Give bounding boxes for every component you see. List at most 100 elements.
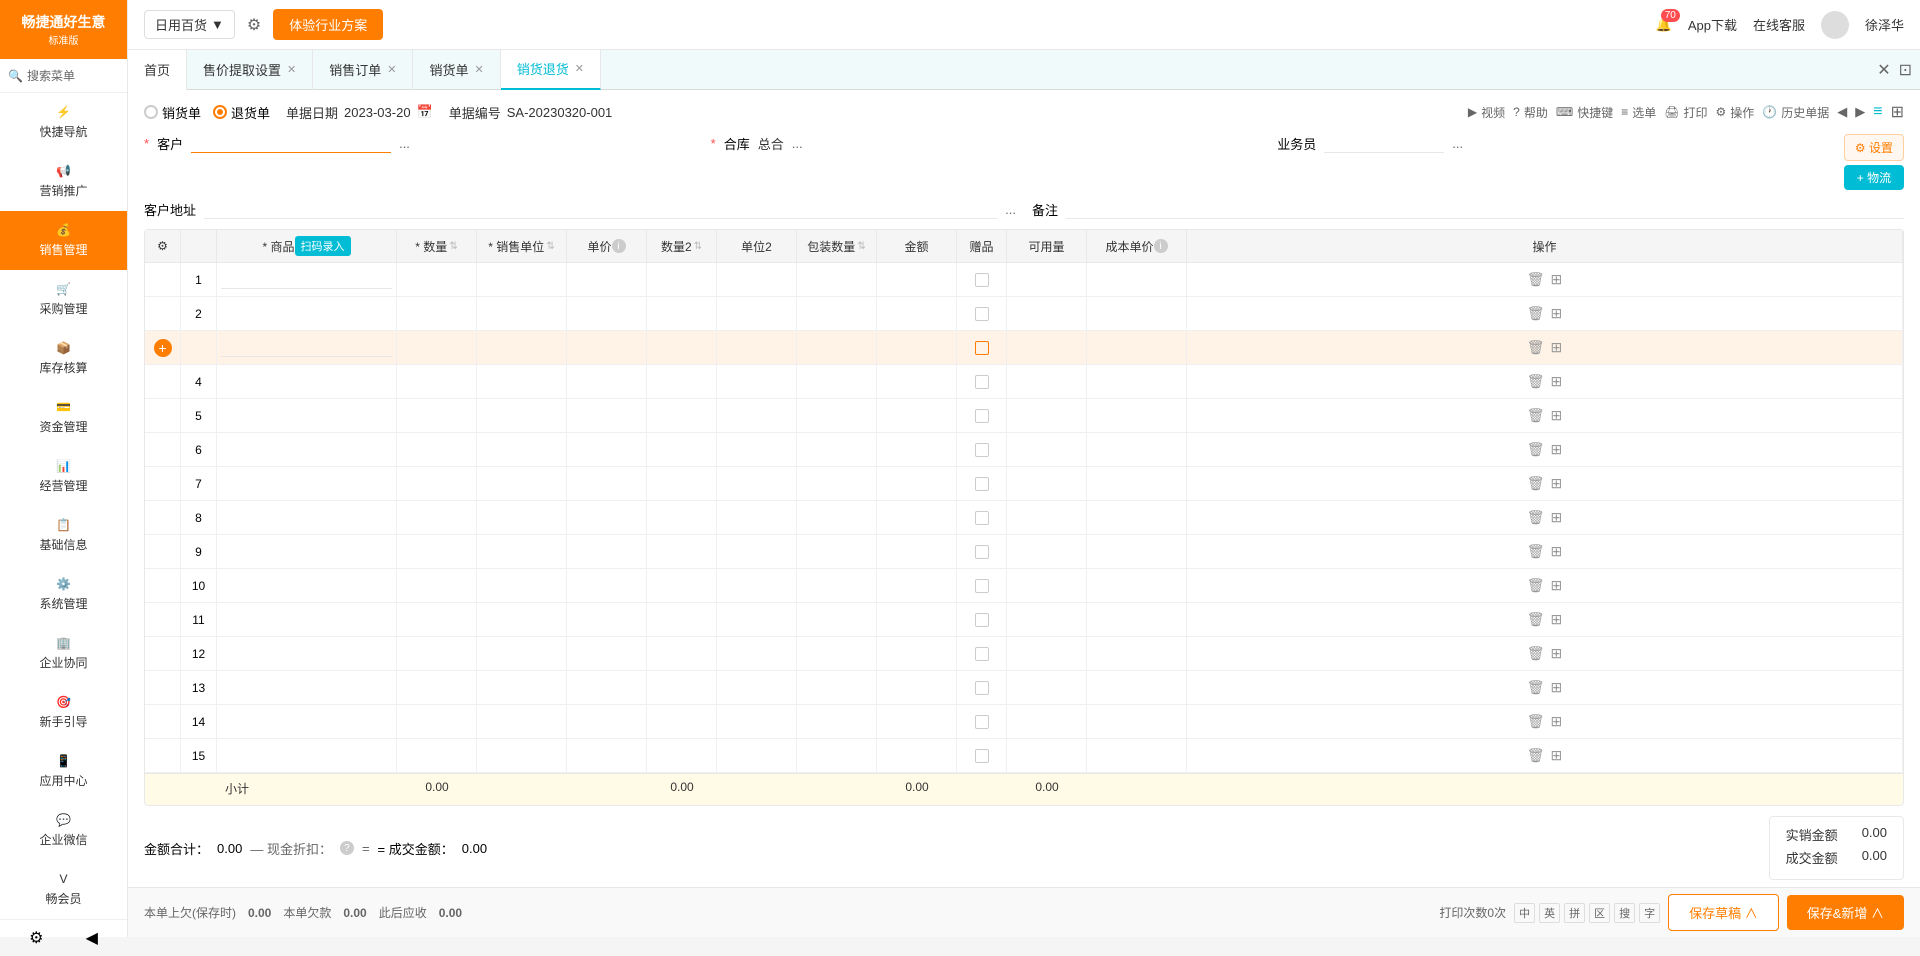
row6-copy-icon[interactable]: ⊞ bbox=[1551, 441, 1563, 458]
row10-copy-icon[interactable]: ⊞ bbox=[1551, 577, 1563, 594]
row13-copy-icon[interactable]: ⊞ bbox=[1551, 679, 1563, 696]
row3-product[interactable] bbox=[217, 331, 397, 364]
th-gift[interactable]: 赠品 bbox=[957, 230, 1007, 262]
row3-price[interactable] bbox=[567, 331, 647, 364]
calendar-icon[interactable]: 📅 bbox=[417, 104, 433, 120]
row13-delete-icon[interactable]: 🗑 bbox=[1527, 679, 1545, 696]
scan-button[interactable]: 扫码录入 bbox=[295, 236, 351, 256]
tab-sales-return-close[interactable]: ✕ bbox=[575, 62, 584, 75]
sidebar-item-inventory[interactable]: 📦 库存核算 bbox=[0, 329, 127, 388]
row7-copy-icon[interactable]: ⊞ bbox=[1551, 475, 1563, 492]
ime-zh-icon[interactable]: 中 bbox=[1514, 903, 1535, 923]
row1-price[interactable] bbox=[567, 263, 647, 296]
row1-product[interactable] bbox=[217, 263, 397, 296]
th-unit2[interactable]: 单位2 bbox=[717, 230, 797, 262]
row7-delete-icon[interactable]: 🗑 bbox=[1527, 475, 1545, 492]
row3-qty2[interactable] bbox=[647, 331, 717, 364]
radio-delivery[interactable]: 销货单 bbox=[144, 103, 201, 122]
logistics-button[interactable]: + 物流 bbox=[1844, 165, 1904, 190]
print-btn[interactable]: 🖨 打印 bbox=[1664, 104, 1707, 121]
tab-sales-order[interactable]: 销售订单 ✕ bbox=[313, 50, 413, 90]
row7-gift-checkbox[interactable] bbox=[975, 477, 989, 491]
cost-info-icon[interactable]: i bbox=[1154, 239, 1168, 253]
save-new-button[interactable]: 保存&新增 ∧ bbox=[1787, 895, 1904, 930]
row6-delete-icon[interactable]: 🗑 bbox=[1527, 441, 1545, 458]
header-gear-button[interactable]: ⚙ bbox=[247, 15, 261, 35]
row11-copy-icon[interactable]: ⊞ bbox=[1551, 611, 1563, 628]
nav-selector[interactable]: 日用百货 ▼ bbox=[144, 10, 235, 39]
history-btn[interactable]: 🕐 历史单据 bbox=[1762, 104, 1829, 121]
th-qty2[interactable]: 数量2 ⇅ bbox=[647, 230, 717, 262]
row14-delete-icon[interactable]: 🗑 bbox=[1527, 713, 1545, 730]
th-pkg[interactable]: 包装数量 ⇅ bbox=[797, 230, 877, 262]
row12-copy-icon[interactable]: ⊞ bbox=[1551, 645, 1563, 662]
row3-unit2[interactable] bbox=[717, 331, 797, 364]
th-product[interactable]: * 商品 扫码录入 bbox=[217, 230, 397, 262]
row3-gift[interactable] bbox=[957, 331, 1007, 364]
row4-copy-icon[interactable]: ⊞ bbox=[1551, 373, 1563, 390]
row3-qty[interactable] bbox=[397, 331, 477, 364]
video-btn[interactable]: ▶ 视频 bbox=[1468, 104, 1505, 121]
tab-sales-price[interactable]: 售价提取设置 ✕ bbox=[187, 50, 313, 90]
row3-product-input[interactable] bbox=[221, 338, 392, 357]
collapse-icon[interactable]: ◀ bbox=[86, 928, 98, 948]
sidebar-item-wechat[interactable]: 💬 企业微信 bbox=[0, 801, 127, 860]
row4-delete-icon[interactable]: 🗑 bbox=[1527, 373, 1545, 390]
tab-sales-return[interactable]: 销货退货 ✕ bbox=[501, 50, 601, 90]
row1-gift[interactable] bbox=[957, 263, 1007, 296]
radio-return[interactable]: 退货单 bbox=[213, 103, 270, 122]
sidebar-item-finance[interactable]: 💳 资金管理 bbox=[0, 388, 127, 447]
staff-input[interactable] bbox=[1324, 134, 1444, 153]
ime-region-icon[interactable]: 区 bbox=[1589, 903, 1610, 923]
row1-unit[interactable] bbox=[477, 263, 567, 296]
sidebar-item-member[interactable]: V 畅会员 bbox=[0, 860, 127, 919]
row14-copy-icon[interactable]: ⊞ bbox=[1551, 713, 1563, 730]
ime-pinyin-icon[interactable]: 拼 bbox=[1564, 903, 1585, 923]
settings-gear-icon[interactable]: ⚙ bbox=[29, 928, 43, 948]
sidebar-item-apps[interactable]: 📱 应用中心 bbox=[0, 742, 127, 801]
qty-sort-icon[interactable]: ⇅ bbox=[449, 241, 457, 252]
sidebar-item-enterprise[interactable]: 🏢 企业协同 bbox=[0, 624, 127, 683]
tab-fullscreen-icon[interactable]: ⊡ bbox=[1899, 60, 1912, 80]
row2-cost[interactable] bbox=[1087, 297, 1187, 330]
row12-delete-icon[interactable]: 🗑 bbox=[1527, 645, 1545, 662]
row3-pkg[interactable] bbox=[797, 331, 877, 364]
sidebar-item-guide[interactable]: 🎯 新手引导 bbox=[0, 683, 127, 742]
row1-delete-icon[interactable]: 🗑 bbox=[1527, 271, 1545, 288]
view-grid-icon[interactable]: ⊞ bbox=[1891, 102, 1904, 122]
row2-price[interactable] bbox=[567, 297, 647, 330]
trial-button[interactable]: 体验行业方案 bbox=[273, 9, 383, 40]
row1-copy-icon[interactable]: ⊞ bbox=[1551, 271, 1563, 288]
ime-char-icon[interactable]: 字 bbox=[1639, 903, 1660, 923]
row9-copy-icon[interactable]: ⊞ bbox=[1551, 543, 1563, 560]
th-gear[interactable]: ⚙ bbox=[145, 230, 181, 262]
row2-amount[interactable] bbox=[877, 297, 957, 330]
note-input[interactable] bbox=[1066, 200, 1904, 219]
row4-gift-checkbox[interactable] bbox=[975, 375, 989, 389]
row3-add-icon[interactable]: + bbox=[154, 339, 172, 357]
unit-sort-icon[interactable]: ⇅ bbox=[546, 241, 554, 252]
row1-avail[interactable] bbox=[1007, 263, 1087, 296]
row2-unit[interactable] bbox=[477, 297, 567, 330]
tab-sales-delivery[interactable]: 销货单 ✕ bbox=[413, 50, 500, 90]
ime-en-icon[interactable]: 英 bbox=[1539, 903, 1560, 923]
nav-prev-icon[interactable]: ◀ bbox=[1837, 104, 1847, 120]
help-circle-icon[interactable]: ? bbox=[340, 841, 354, 855]
online-service-link[interactable]: 在线客服 bbox=[1753, 15, 1805, 34]
qty2-sort-icon[interactable]: ⇅ bbox=[694, 241, 702, 252]
tab-sales-delivery-close[interactable]: ✕ bbox=[475, 63, 484, 76]
tab-sales-price-close[interactable]: ✕ bbox=[287, 63, 296, 76]
row1-qty[interactable] bbox=[397, 263, 477, 296]
row2-avail[interactable] bbox=[1007, 297, 1087, 330]
sidebar-item-sales[interactable]: 💰 销售管理 bbox=[0, 211, 127, 270]
staff-dots[interactable]: ... bbox=[1452, 136, 1463, 151]
row9-gift-checkbox[interactable] bbox=[975, 545, 989, 559]
th-qty[interactable]: * 数量 ⇅ bbox=[397, 230, 477, 262]
customer-input[interactable] bbox=[191, 134, 391, 153]
sidebar-item-purchase[interactable]: 🛒 采购管理 bbox=[0, 270, 127, 329]
row13-gift-checkbox[interactable] bbox=[975, 681, 989, 695]
row2-qty2[interactable] bbox=[647, 297, 717, 330]
sidebar-item-system[interactable]: ⚙️ 系统管理 bbox=[0, 565, 127, 624]
row8-delete-icon[interactable]: 🗑 bbox=[1527, 509, 1545, 526]
save-draft-button[interactable]: 保存草稿 ∧ bbox=[1668, 894, 1779, 931]
